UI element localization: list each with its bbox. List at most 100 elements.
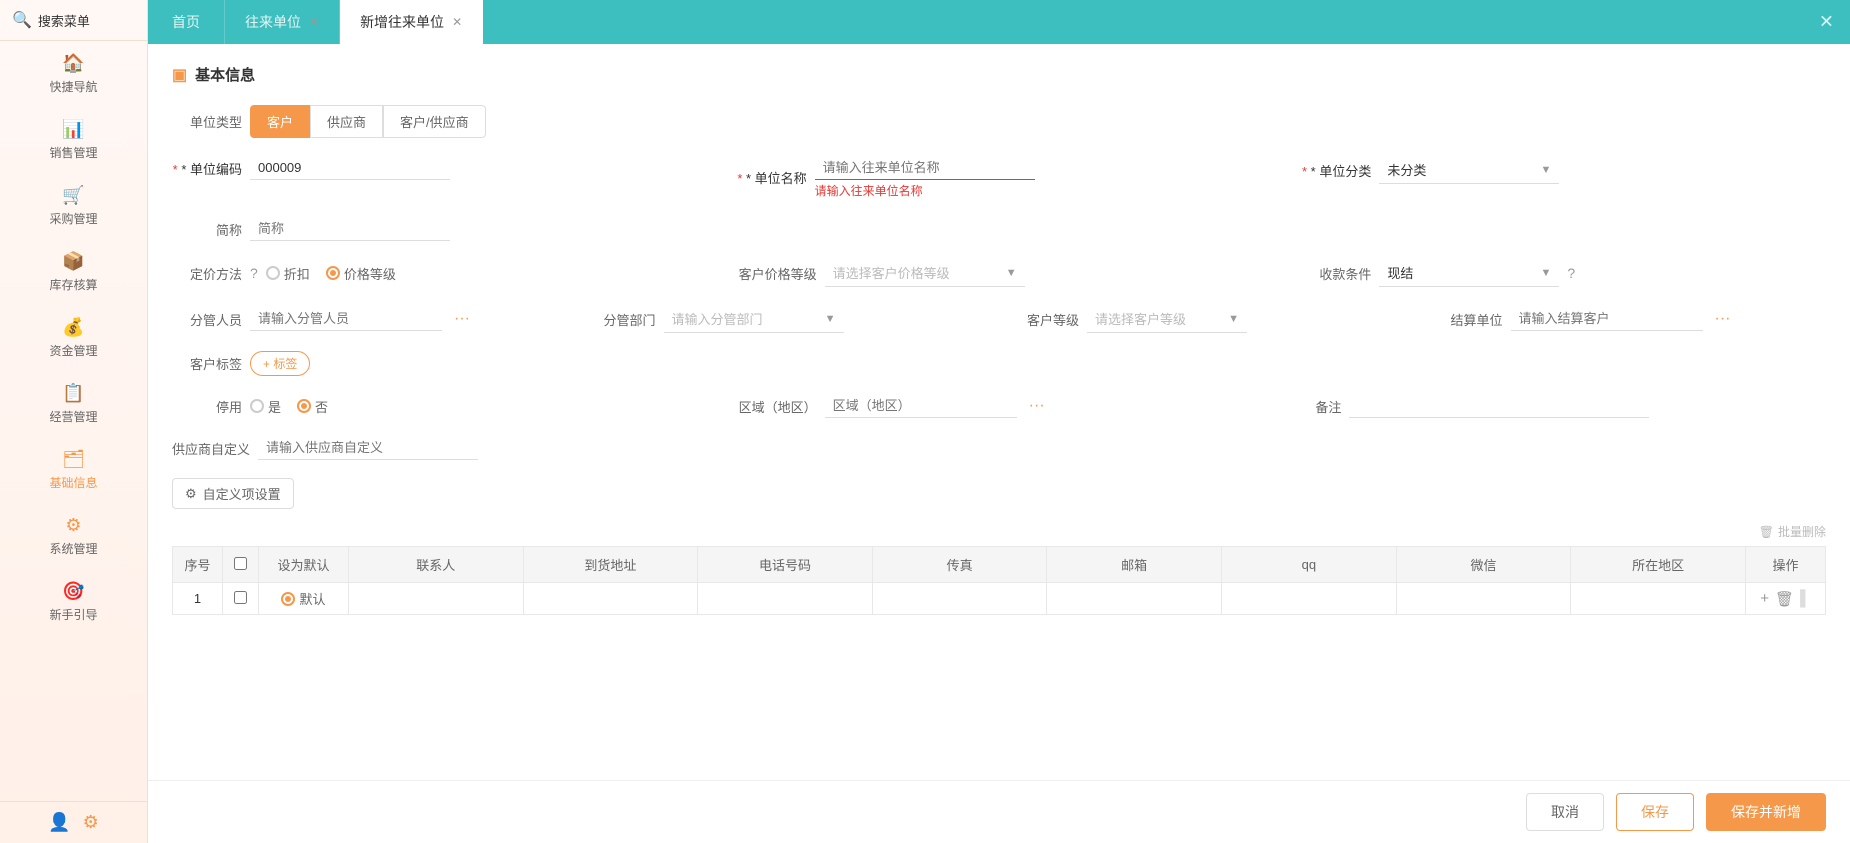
- sidebar-item-system[interactable]: ⚙ 系统管理: [0, 503, 147, 569]
- batch-delete-label: 批量删除: [1778, 523, 1826, 540]
- add-tag-button[interactable]: + 标签: [250, 351, 310, 376]
- department-select[interactable]: 请输入分管部门 ▼: [664, 305, 844, 333]
- row-add-button[interactable]: +: [1760, 590, 1769, 607]
- customer-price-level-select[interactable]: 请选择客户价格等级 ▼: [825, 259, 1025, 287]
- customer-level-placeholder: 请选择客户等级: [1095, 309, 1228, 328]
- row-qq-input[interactable]: [1232, 591, 1386, 606]
- row-wechat-input[interactable]: [1407, 591, 1561, 606]
- row-default-radio-item[interactable]: 默认: [269, 589, 338, 608]
- row-address[interactable]: [523, 583, 698, 615]
- pricing-price-level[interactable]: 价格等级: [326, 264, 396, 283]
- row-fax[interactable]: [872, 583, 1047, 615]
- payment-condition-group: 收款条件 现结 ▼ ?: [1301, 259, 1826, 287]
- tab-add-partner[interactable]: 新增往来单位 ✕: [340, 0, 483, 44]
- payment-condition-label: 收款条件: [1301, 264, 1371, 283]
- sidebar-item-sales[interactable]: 📊 销售管理: [0, 107, 147, 173]
- row-address-input[interactable]: [534, 591, 688, 606]
- custom-setting-button[interactable]: ⚙ 自定义项设置: [172, 478, 294, 509]
- cancel-button[interactable]: 取消: [1526, 793, 1604, 831]
- supplier-custom-input[interactable]: [258, 436, 478, 460]
- settings-icon[interactable]: ⚙: [83, 812, 99, 833]
- chart-icon: 📊: [62, 119, 84, 140]
- row-phone-input[interactable]: [708, 591, 862, 606]
- window-close-button[interactable]: ✕: [1819, 12, 1834, 33]
- region-more-btn[interactable]: ···: [1025, 397, 1049, 415]
- settlement-input[interactable]: [1511, 307, 1703, 331]
- remark-group: 备注: [1301, 394, 1826, 418]
- sidebar-item-label: 库存核算: [49, 276, 97, 293]
- short-name-input[interactable]: [250, 217, 450, 241]
- row-qq[interactable]: [1221, 583, 1396, 615]
- payment-condition-select[interactable]: 现结 ▼: [1379, 259, 1559, 287]
- tab-home[interactable]: 首页: [148, 0, 225, 44]
- row-area-input[interactable]: [1581, 591, 1735, 606]
- disable-radio-group: 是 否: [250, 397, 328, 416]
- row-email-input[interactable]: [1057, 591, 1211, 606]
- unit-type-both[interactable]: 客户/供应商: [383, 105, 486, 138]
- region-input[interactable]: [825, 394, 1017, 418]
- sidebar-item-inventory[interactable]: 📦 库存核算: [0, 239, 147, 305]
- customer-level-select[interactable]: 请选择客户等级 ▼: [1087, 305, 1247, 333]
- sidebar-item-purchase[interactable]: 🛒 采购管理: [0, 173, 147, 239]
- row-email[interactable]: [1047, 583, 1222, 615]
- disable-no-label: 否: [315, 397, 328, 416]
- row-scroll-handle[interactable]: ▌: [1800, 590, 1811, 607]
- row-default-radio[interactable]: [281, 592, 295, 606]
- row-contact-input[interactable]: [359, 591, 513, 606]
- select-all-checkbox[interactable]: [234, 557, 247, 570]
- row-wechat[interactable]: [1396, 583, 1571, 615]
- disable-no-radio[interactable]: [297, 399, 311, 413]
- sidebar-item-quick-nav[interactable]: 🏠 快捷导航: [0, 41, 147, 107]
- remark-input[interactable]: [1349, 394, 1649, 418]
- price-level-radio[interactable]: [326, 266, 340, 280]
- short-name-group: 简称: [172, 217, 1826, 241]
- contact-table: 序号 设为默认 联系人 到货地址 电话号码 传真 邮箱 qq 微信 所在地区 操…: [172, 546, 1826, 615]
- manager-input[interactable]: [250, 307, 442, 331]
- col-area: 所在地区: [1571, 547, 1746, 583]
- row-delete-button[interactable]: 🗑: [1775, 590, 1794, 608]
- save-button[interactable]: 保存: [1616, 793, 1694, 831]
- pricing-discount[interactable]: 折扣: [266, 264, 310, 283]
- sidebar-item-operations[interactable]: 📋 经营管理: [0, 371, 147, 437]
- tab-add-partner-close[interactable]: ✕: [452, 15, 462, 29]
- unit-code-input[interactable]: [250, 156, 450, 180]
- manager-more-btn[interactable]: ···: [450, 310, 474, 328]
- unit-name-input[interactable]: [815, 156, 1035, 180]
- pricing-help-icon[interactable]: ?: [250, 265, 258, 281]
- settlement-more-btn[interactable]: ···: [1711, 310, 1735, 328]
- sidebar-item-newbie[interactable]: 🎯 新手引导: [0, 569, 147, 635]
- unit-type-supplier[interactable]: 供应商: [310, 105, 383, 138]
- save-and-new-button[interactable]: 保存并新增: [1706, 793, 1826, 831]
- sidebar-search[interactable]: 🔍 搜索菜单: [0, 0, 147, 41]
- row-checkbox[interactable]: [234, 591, 247, 604]
- discount-radio[interactable]: [266, 266, 280, 280]
- row-contact[interactable]: [349, 583, 524, 615]
- disable-yes-radio[interactable]: [250, 399, 264, 413]
- chevron-down-icon4: ▼: [825, 313, 836, 325]
- unit-type-customer[interactable]: 客户: [250, 105, 310, 138]
- folder-icon: 🗂: [62, 449, 85, 470]
- target-icon: 🎯: [62, 581, 84, 602]
- unit-code-group: * * 单位编码: [172, 156, 697, 180]
- tab-partner-list[interactable]: 往来单位 ✕: [225, 0, 340, 44]
- sidebar-item-basics[interactable]: 🗂 基础信息: [0, 437, 147, 503]
- col-phone: 电话号码: [698, 547, 873, 583]
- row-area[interactable]: [1571, 583, 1746, 615]
- row-fax-input[interactable]: [883, 591, 1037, 606]
- unit-category-select[interactable]: 未分类 ▼: [1379, 156, 1559, 184]
- custom-setting-label: 自定义项设置: [203, 484, 281, 503]
- department-placeholder: 请输入分管部门: [672, 309, 825, 328]
- chevron-down-icon3: ▼: [1540, 267, 1551, 279]
- payment-help-icon[interactable]: ?: [1567, 265, 1575, 281]
- sidebar-item-label: 系统管理: [49, 540, 97, 557]
- disable-no[interactable]: 否: [297, 397, 328, 416]
- tab-add-partner-label: 新增往来单位: [360, 12, 444, 32]
- disable-yes[interactable]: 是: [250, 397, 281, 416]
- tab-partner-close[interactable]: ✕: [309, 15, 319, 29]
- user-icon[interactable]: 👤: [48, 812, 70, 833]
- unit-name-group: * * 单位名称 请输入往来单位名称: [737, 156, 1262, 199]
- row-phone[interactable]: [698, 583, 873, 615]
- batch-delete-button[interactable]: 🗑 批量删除: [1759, 523, 1826, 540]
- sidebar-item-finance[interactable]: 💰 资金管理: [0, 305, 147, 371]
- row-default-cell: 默认: [259, 583, 349, 615]
